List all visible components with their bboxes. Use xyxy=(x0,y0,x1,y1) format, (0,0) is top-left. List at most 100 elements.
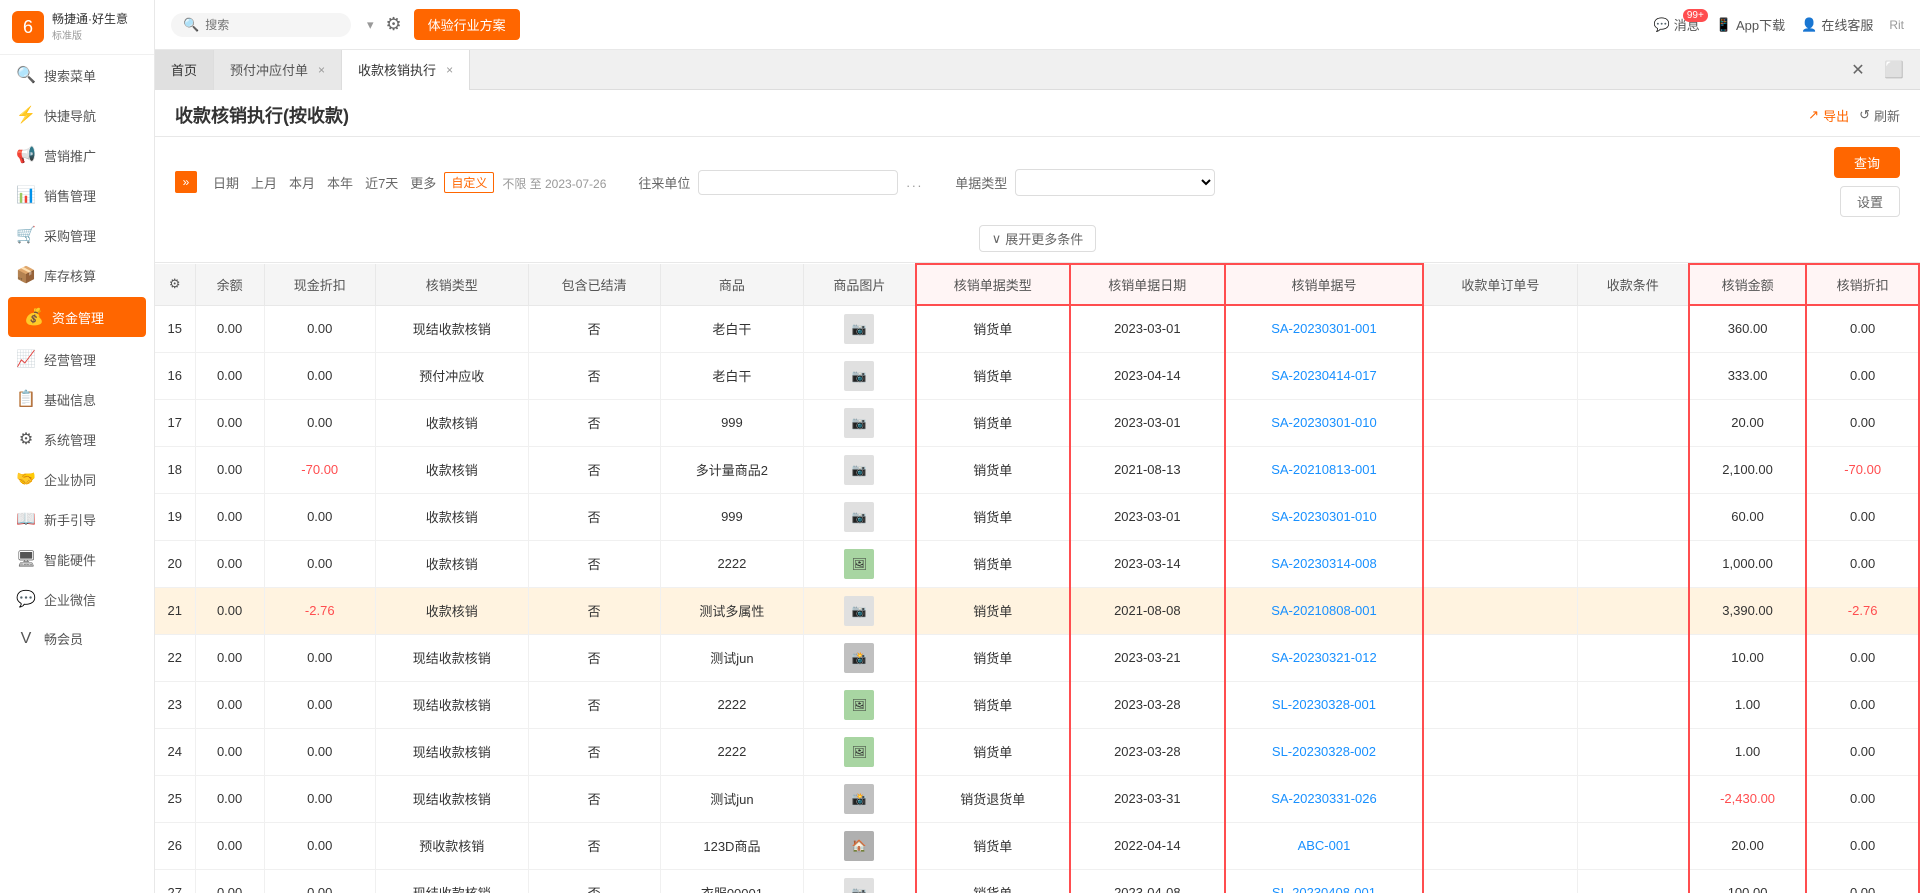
col-header-product-img: 商品图片 xyxy=(804,264,916,305)
cell-verify_date: 2023-04-08 xyxy=(1070,869,1225,893)
cell-id: 26 xyxy=(155,822,195,869)
voucher-type-select[interactable] xyxy=(1015,169,1215,196)
sidebar-item-5[interactable]: 📦 库存核算 xyxy=(0,255,154,295)
date-this-year[interactable]: 本年 xyxy=(323,171,357,194)
date-custom[interactable]: 自定义 xyxy=(444,172,494,193)
col-header-receipt-condition: 收款条件 xyxy=(1577,264,1689,305)
solution-button[interactable]: 体验行业方案 xyxy=(414,9,520,40)
search-bar[interactable]: 🔍 xyxy=(171,13,351,37)
sidebar-item-1[interactable]: ⚡ 快捷导航 xyxy=(0,95,154,135)
sidebar-label-6: 资金管理 xyxy=(52,308,104,327)
verify-no-link[interactable]: SA-20230301-001 xyxy=(1271,321,1377,336)
verify-no-link[interactable]: SA-20230414-017 xyxy=(1271,368,1377,383)
cell-verify_no[interactable]: SL-20230328-001 xyxy=(1225,681,1424,728)
topbar-right: 💬 消息 99+ 📱 App下载 👤 在线客服 Rit xyxy=(1654,15,1904,34)
date-this-month[interactable]: 本月 xyxy=(285,171,319,194)
table-row: 260.000.00预收款核销否123D商品🏠销货单2022-04-14ABC-… xyxy=(155,822,1919,869)
export-button[interactable]: ↗ 导出 xyxy=(1808,106,1849,125)
cell-verify_date: 2023-03-28 xyxy=(1070,728,1225,775)
sidebar-item-12[interactable]: 🖥 智能硬件 xyxy=(0,539,154,579)
cell-verify_no[interactable]: SA-20210813-001 xyxy=(1225,446,1424,493)
cell-verify_amount: 1,000.00 xyxy=(1689,540,1806,587)
table-row: 180.00-70.00收款核销否多计量商品2📷销货单2021-08-13SA-… xyxy=(155,446,1919,493)
sidebar-item-14[interactable]: V 畅会员 xyxy=(0,619,154,658)
cell-verify_no[interactable]: SA-20230414-017 xyxy=(1225,352,1424,399)
product-image: 📸 xyxy=(844,643,874,673)
verify-no-link[interactable]: SA-20230314-008 xyxy=(1271,556,1377,571)
verify-no-link[interactable]: SL-20230408-001 xyxy=(1272,885,1376,893)
sidebar-item-10[interactable]: 🤝 企业协同 xyxy=(0,459,154,499)
column-settings-icon[interactable]: ⚙ xyxy=(169,276,181,291)
sidebar-item-11[interactable]: 📖 新手引导 xyxy=(0,499,154,539)
col-header-settings[interactable]: ⚙ xyxy=(155,264,195,305)
verify-no-link[interactable]: SA-20230331-026 xyxy=(1271,791,1377,806)
date-7-days[interactable]: 近7天 xyxy=(361,171,402,194)
app-download-button[interactable]: 📱 App下载 xyxy=(1716,15,1785,34)
tab-prepay-close-icon[interactable]: × xyxy=(318,63,325,77)
settings-icon[interactable]: ⚙ xyxy=(386,14,402,35)
verify-no-link[interactable]: SA-20210808-001 xyxy=(1271,603,1377,618)
sidebar-icon-14: V xyxy=(16,630,36,648)
sidebar-item-7[interactable]: 📈 经营管理 xyxy=(0,339,154,379)
col-header-verify-voucher-type: 核销单据类型 xyxy=(916,264,1071,305)
verify-no-link[interactable]: SL-20230328-002 xyxy=(1272,744,1376,759)
cell-verify_discount: 0.00 xyxy=(1806,305,1919,352)
date-last-month[interactable]: 上月 xyxy=(247,171,281,194)
cell-verify_no[interactable]: SA-20210808-001 xyxy=(1225,587,1424,634)
online-service-button[interactable]: 👤 在线客服 xyxy=(1801,15,1873,34)
refresh-button[interactable]: ↺ 刷新 xyxy=(1859,106,1900,125)
cell-verify_discount: 0.00 xyxy=(1806,822,1919,869)
cell-verify_no[interactable]: SA-20230331-026 xyxy=(1225,775,1424,822)
tab-verify-close-icon[interactable]: × xyxy=(446,63,453,77)
verify-no-link[interactable]: SA-20210813-001 xyxy=(1271,462,1377,477)
col-header-balance: 余额 xyxy=(195,264,264,305)
filter-expand-button[interactable]: » xyxy=(175,171,197,193)
cell-verify_no[interactable]: SA-20230321-012 xyxy=(1225,634,1424,681)
search-input[interactable] xyxy=(205,18,325,32)
cell-verify_voucher_type: 销货单 xyxy=(916,822,1071,869)
sidebar-item-3[interactable]: 📊 销售管理 xyxy=(0,175,154,215)
cell-verify_date: 2023-03-01 xyxy=(1070,305,1225,352)
table-row: 190.000.00收款核销否999📷销货单2023-03-01SA-20230… xyxy=(155,493,1919,540)
query-button[interactable]: 查询 xyxy=(1834,147,1900,178)
sidebar-item-4[interactable]: 🛒 采购管理 xyxy=(0,215,154,255)
verify-no-link[interactable]: SA-20230301-010 xyxy=(1271,509,1377,524)
cell-product_img: 🖼 xyxy=(804,540,916,587)
cell-verify_date: 2023-03-31 xyxy=(1070,775,1225,822)
cell-verify_no[interactable]: SL-20230408-001 xyxy=(1225,869,1424,893)
sidebar-item-0[interactable]: 🔍 搜索菜单 xyxy=(0,55,154,95)
close-window-icon[interactable]: ✕ xyxy=(1844,56,1872,84)
date-more[interactable]: 更多 xyxy=(406,171,440,194)
setting-button[interactable]: 设置 xyxy=(1840,186,1900,217)
message-button[interactable]: 💬 消息 99+ xyxy=(1654,15,1700,34)
verify-no-link[interactable]: SL-20230328-001 xyxy=(1272,697,1376,712)
sidebar-item-13[interactable]: 💬 企业微信 xyxy=(0,579,154,619)
verify-no-link[interactable]: ABC-001 xyxy=(1298,838,1351,853)
verify-no-link[interactable]: SA-20230301-010 xyxy=(1271,415,1377,430)
sidebar-item-9[interactable]: ⚙ 系统管理 xyxy=(0,419,154,459)
sidebar-item-2[interactable]: 📢 营销推广 xyxy=(0,135,154,175)
product-image: 📸 xyxy=(844,784,874,814)
maximize-window-icon[interactable]: ⬜ xyxy=(1880,56,1908,84)
cell-include_settled: 否 xyxy=(528,869,660,893)
dropdown-chevron-icon[interactable]: ▾ xyxy=(367,17,374,33)
sidebar-item-8[interactable]: 📋 基础信息 xyxy=(0,379,154,419)
tab-home[interactable]: 首页 xyxy=(155,50,214,90)
counterpart-input[interactable] xyxy=(698,170,898,195)
cell-verify_voucher_type: 销货单 xyxy=(916,728,1071,775)
cell-verify_no[interactable]: SA-20230301-010 xyxy=(1225,493,1424,540)
cell-verify_no[interactable]: SA-20230314-008 xyxy=(1225,540,1424,587)
verify-no-link[interactable]: SA-20230321-012 xyxy=(1271,650,1377,665)
sidebar-item-6[interactable]: 💰 资金管理 xyxy=(8,297,146,337)
cell-verify_no[interactable]: SL-20230328-002 xyxy=(1225,728,1424,775)
tab-prepay[interactable]: 预付冲应付单 × xyxy=(214,50,342,90)
cell-id: 22 xyxy=(155,634,195,681)
tab-verify-label: 收款核销执行 xyxy=(358,60,436,79)
col-header-product: 商品 xyxy=(660,264,804,305)
tab-verify[interactable]: 收款核销执行 × xyxy=(342,50,470,90)
cell-verify_no[interactable]: ABC-001 xyxy=(1225,822,1424,869)
cell-verify_no[interactable]: SA-20230301-001 xyxy=(1225,305,1424,352)
sidebar-label-12: 智能硬件 xyxy=(44,550,96,569)
cell-verify_no[interactable]: SA-20230301-010 xyxy=(1225,399,1424,446)
expand-more-button[interactable]: ∨ 展开更多条件 xyxy=(979,225,1097,252)
